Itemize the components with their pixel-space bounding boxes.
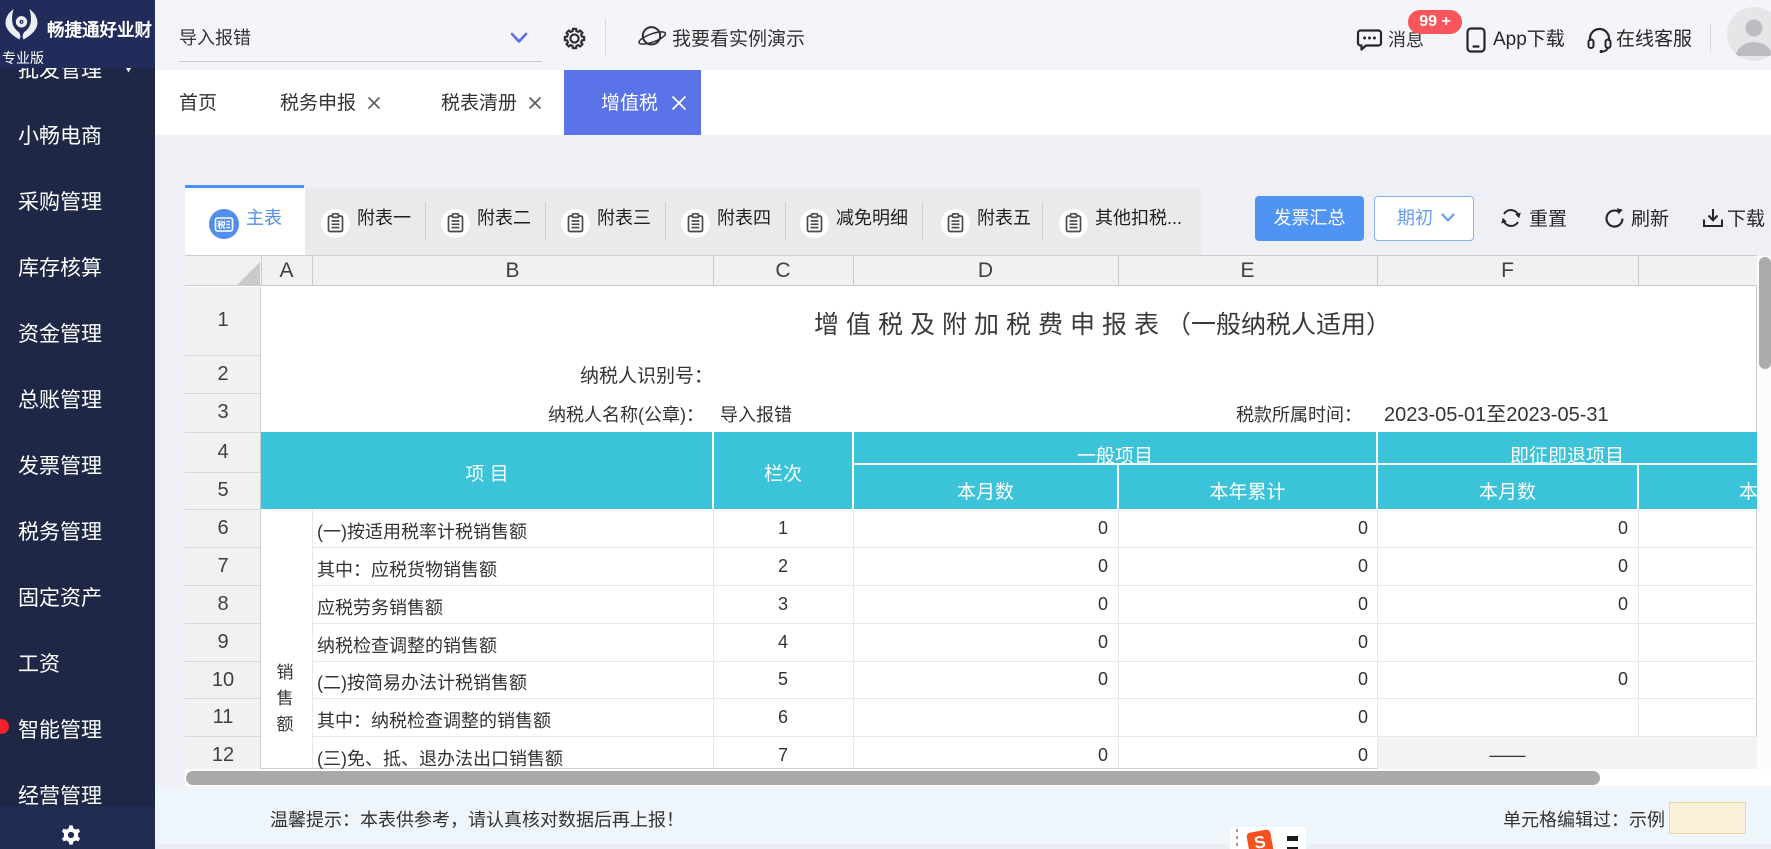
svg-text:税: 税	[217, 220, 226, 230]
